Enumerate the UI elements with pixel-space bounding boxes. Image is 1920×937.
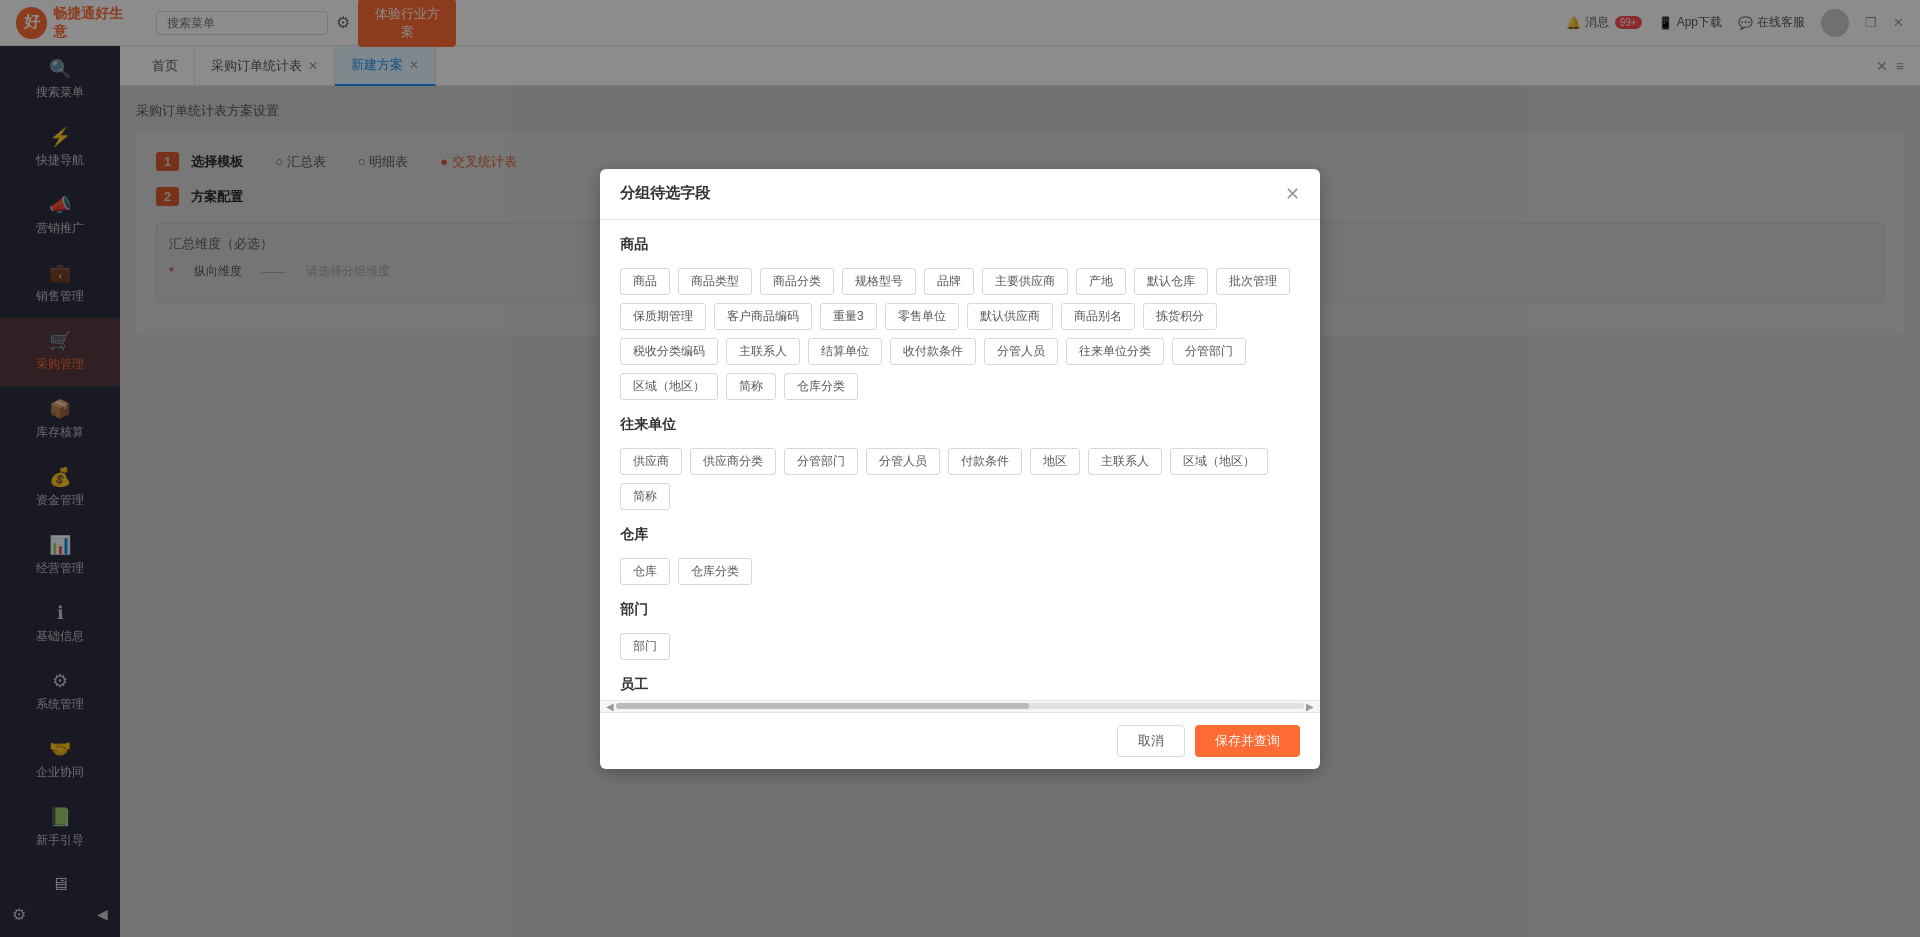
field-tag-batch-mgmt[interactable]: 批次管理 (1216, 268, 1290, 295)
section-partners-title: 往来单位 (620, 416, 1300, 438)
field-tag-default-warehouse[interactable]: 默认仓库 (1134, 268, 1208, 295)
field-tag-expiry-mgmt[interactable]: 保质期管理 (620, 303, 706, 330)
cancel-button[interactable]: 取消 (1117, 725, 1185, 757)
field-tag-dept[interactable]: 分管部门 (784, 448, 858, 475)
field-tag-product-category[interactable]: 商品分类 (760, 268, 834, 295)
field-tag-payment-cond[interactable]: 付款条件 (948, 448, 1022, 475)
modal-scrollbar-track[interactable] (616, 703, 1304, 709)
field-tag-retail-unit[interactable]: 零售单位 (885, 303, 959, 330)
field-tag-warehouse-cat[interactable]: 仓库分类 (784, 373, 858, 400)
field-tag-alias[interactable]: 商品别名 (1061, 303, 1135, 330)
section-warehouse-title: 仓库 (620, 526, 1300, 548)
field-tag-main-supplier[interactable]: 主要供应商 (982, 268, 1068, 295)
field-tag-short-name[interactable]: 简称 (620, 483, 670, 510)
field-tag-supervisor[interactable]: 分管人员 (984, 338, 1058, 365)
modal-scrollbar-area: ◀ ▶ (600, 700, 1320, 712)
section-department-fields: 部门 (620, 633, 1300, 660)
field-tag-warehouse-name[interactable]: 仓库 (620, 558, 670, 585)
field-tag-spec-model[interactable]: 规格型号 (842, 268, 916, 295)
section-partners-fields: 供应商 供应商分类 分管部门 分管人员 付款条件 地区 主联系人 区域（地区） … (620, 448, 1300, 510)
field-tag-settlement-unit[interactable]: 结算单位 (808, 338, 882, 365)
field-tag-abbr[interactable]: 简称 (726, 373, 776, 400)
modal-header: 分组待选字段 ✕ (600, 169, 1320, 220)
field-tag-pick-points[interactable]: 拣货积分 (1143, 303, 1217, 330)
field-tag-district[interactable]: 地区 (1030, 448, 1080, 475)
modal-scrollbar-thumb (616, 703, 1029, 709)
field-tag-brand[interactable]: 品牌 (924, 268, 974, 295)
field-tag-product[interactable]: 商品 (620, 268, 670, 295)
field-tag-department[interactable]: 部门 (620, 633, 670, 660)
field-tag-person[interactable]: 分管人员 (866, 448, 940, 475)
field-tag-main-contact[interactable]: 主联系人 (726, 338, 800, 365)
section-products-fields: 商品 商品类型 商品分类 规格型号 品牌 主要供应商 产地 默认仓库 批次管理 … (620, 268, 1300, 400)
section-warehouse: 仓库 仓库 仓库分类 (620, 526, 1300, 585)
field-tag-mgmt-dept[interactable]: 分管部门 (1172, 338, 1246, 365)
field-selection-modal: 分组待选字段 ✕ 商品 商品 商品类型 商品分类 规格型号 品牌 主要供应商 产… (600, 169, 1320, 769)
modal-close-button[interactable]: ✕ (1285, 183, 1300, 205)
field-tag-default-supplier[interactable]: 默认供应商 (967, 303, 1053, 330)
field-tag-customer-code[interactable]: 客户商品编码 (714, 303, 812, 330)
field-tag-contact[interactable]: 主联系人 (1088, 448, 1162, 475)
section-employee-title: 员工 (620, 676, 1300, 698)
modal-scroll-left[interactable]: ◀ (604, 701, 616, 712)
section-warehouse-fields: 仓库 仓库分类 (620, 558, 1300, 585)
field-tag-supplier[interactable]: 供应商 (620, 448, 682, 475)
field-tag-origin[interactable]: 产地 (1076, 268, 1126, 295)
field-tag-payment-terms[interactable]: 收付款条件 (890, 338, 976, 365)
field-tag-area[interactable]: 区域（地区） (1170, 448, 1268, 475)
field-tag-product-type[interactable]: 商品类型 (678, 268, 752, 295)
section-employee: 员工 业务员 (620, 676, 1300, 700)
confirm-button[interactable]: 保存并查询 (1195, 725, 1300, 757)
section-partners: 往来单位 供应商 供应商分类 分管部门 分管人员 付款条件 地区 主联系人 区域… (620, 416, 1300, 510)
field-tag-weight[interactable]: 重量3 (820, 303, 877, 330)
field-tag-tax-code[interactable]: 税收分类编码 (620, 338, 718, 365)
section-products-title: 商品 (620, 236, 1300, 258)
modal-footer: 取消 保存并查询 (600, 712, 1320, 769)
section-department-title: 部门 (620, 601, 1300, 623)
modal-scroll-right[interactable]: ▶ (1304, 701, 1316, 712)
field-tag-region[interactable]: 区域（地区） (620, 373, 718, 400)
section-department: 部门 部门 (620, 601, 1300, 660)
modal-title: 分组待选字段 (620, 184, 710, 203)
field-tag-supplier-cat[interactable]: 供应商分类 (690, 448, 776, 475)
section-products: 商品 商品 商品类型 商品分类 规格型号 品牌 主要供应商 产地 默认仓库 批次… (620, 236, 1300, 400)
field-tag-warehouse-category[interactable]: 仓库分类 (678, 558, 752, 585)
modal-overlay: 分组待选字段 ✕ 商品 商品 商品类型 商品分类 规格型号 品牌 主要供应商 产… (0, 0, 1920, 937)
field-tag-partner-category[interactable]: 往来单位分类 (1066, 338, 1164, 365)
modal-body[interactable]: 商品 商品 商品类型 商品分类 规格型号 品牌 主要供应商 产地 默认仓库 批次… (600, 220, 1320, 700)
